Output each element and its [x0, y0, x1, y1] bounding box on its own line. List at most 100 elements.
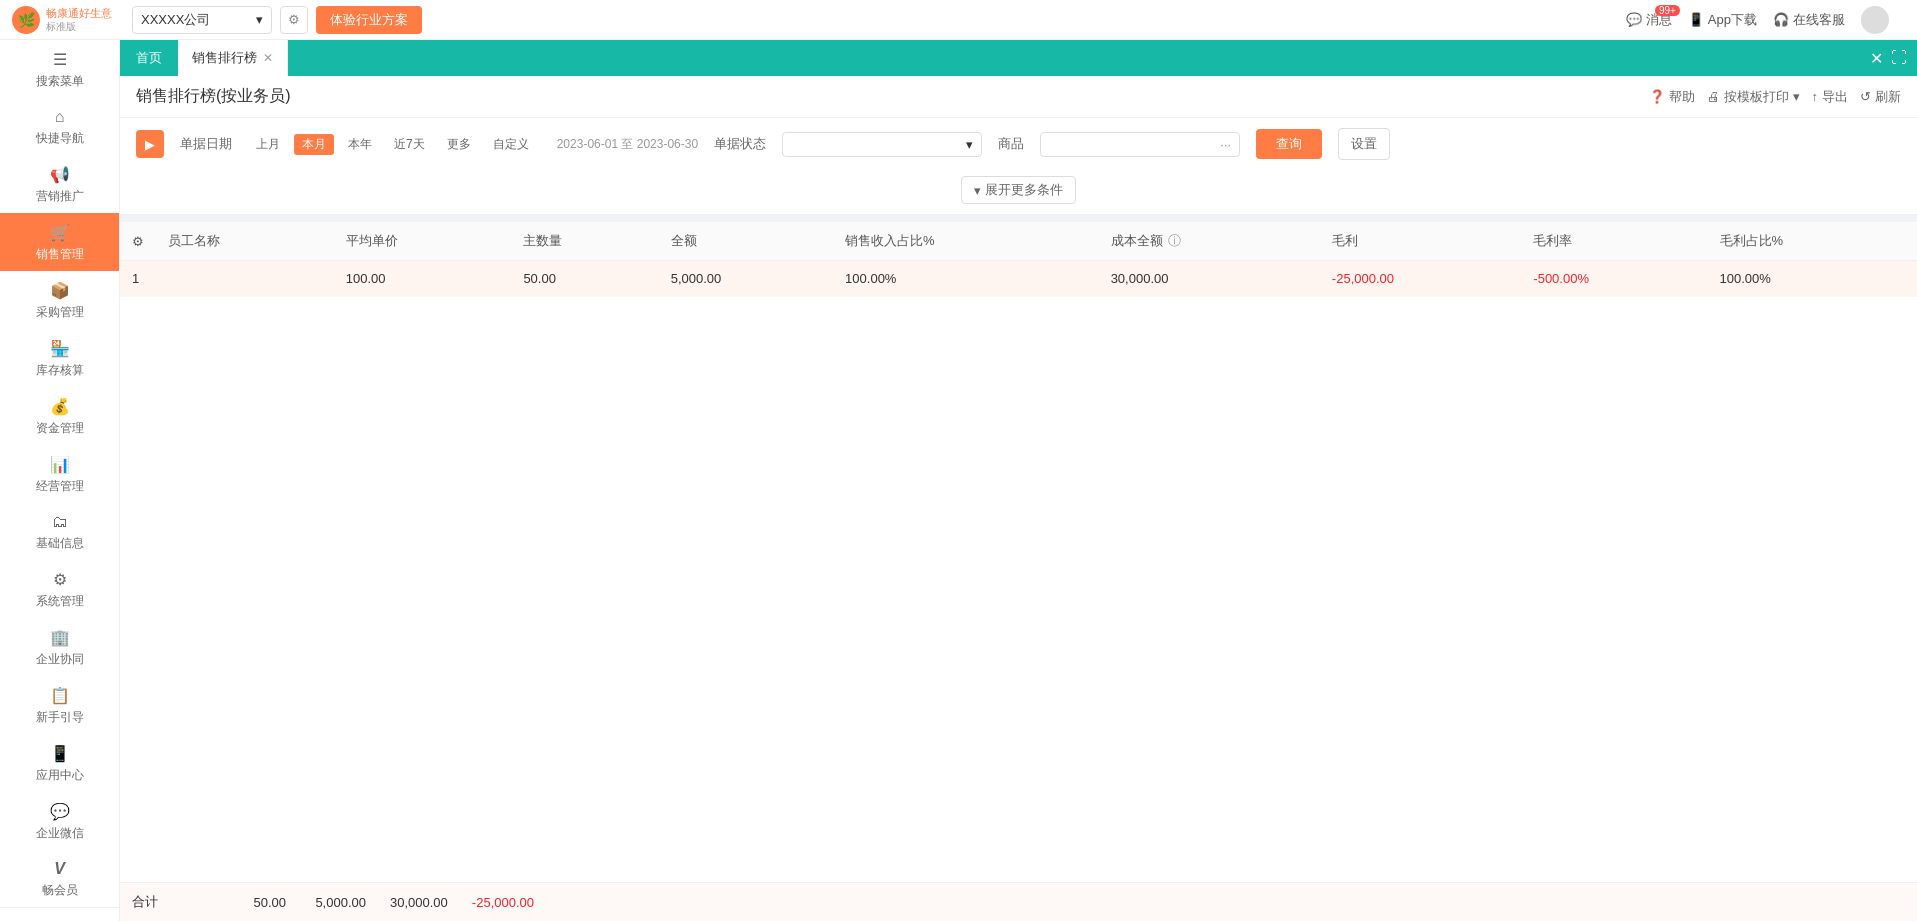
sidebar-label: 快捷导航	[36, 130, 84, 147]
sidebar-item-finance[interactable]: 💰 资金管理	[0, 387, 119, 445]
filter-collapse-button[interactable]: ▶	[136, 130, 164, 158]
footer-amount: 5,000.00	[298, 895, 378, 910]
message-icon: 💬	[1626, 12, 1642, 27]
expand-filters-button[interactable]: ▾ 展开更多条件	[961, 176, 1076, 204]
refresh-button[interactable]: ↺ 刷新	[1860, 88, 1901, 106]
tab-close-icon[interactable]: ✕	[263, 51, 273, 65]
sales-icon: 🛒	[50, 223, 70, 242]
app-center-icon: 📱	[50, 744, 70, 763]
sidebar-label: 新手引导	[36, 709, 84, 726]
help-button[interactable]: ❓ 帮助	[1649, 88, 1695, 106]
cost-info-icon: ⓘ	[1168, 233, 1181, 248]
logo-text: 畅康通好生意 标准版	[46, 6, 112, 33]
cell-avg-price: 100.00	[334, 261, 512, 297]
logo-area: 🌿 畅康通好生意 标准版	[12, 6, 132, 34]
sidebar-item-wechat[interactable]: 💬 企业微信	[0, 792, 119, 850]
date-tab-custom[interactable]: 自定义	[485, 134, 537, 155]
date-tab-this-year[interactable]: 本年	[340, 134, 380, 155]
export-button[interactable]: ↑ 导出	[1812, 88, 1849, 106]
settings-button[interactable]: ⚙	[280, 6, 308, 34]
footer-cost: 30,000.00	[378, 895, 460, 910]
date-tab-7days[interactable]: 近7天	[386, 134, 433, 155]
filter-settings-button[interactable]: 设置	[1338, 128, 1390, 160]
message-button[interactable]: 💬 消息 99+	[1626, 11, 1672, 29]
export-icon: ↑	[1812, 89, 1819, 104]
top-right: 💬 消息 99+ 📱 App下载 🎧 在线客服	[1626, 6, 1905, 34]
purchase-icon: 📦	[50, 281, 70, 300]
sidebar-item-search-orders[interactable]: ☰ 搜索菜单	[0, 40, 119, 98]
col-amount: 全额	[659, 222, 833, 261]
sidebar-item-member[interactable]: V 畅会员	[0, 850, 119, 907]
table-footer: 合计 50.00 5,000.00 30,000.00 -25,000.00	[120, 882, 1917, 921]
company-selector[interactable]: XXXXX公司 ▾	[132, 6, 272, 34]
sidebar-label: 经营管理	[36, 478, 84, 495]
page-actions: ❓ 帮助 🖨 按模板打印 ▾ ↑ 导出 ↺ 刷新	[1649, 88, 1902, 106]
sidebar-item-quick-nav[interactable]: ⌂ 快捷导航	[0, 98, 119, 155]
sidebar-item-guide[interactable]: 📋 新手引导	[0, 676, 119, 734]
sidebar-item-operations[interactable]: 📊 经营管理	[0, 445, 119, 503]
logo-icon: 🌿	[12, 6, 40, 34]
app-download-button[interactable]: 📱 App下载	[1688, 11, 1757, 29]
table-header-row: ⚙ 员工名称 平均单价 主数量 全额 销售收入占比% 成本全额 ⓘ 毛利 毛利率	[120, 222, 1917, 261]
sidebar-item-app-center[interactable]: 📱 应用中心	[0, 734, 119, 792]
status-label: 单据状态	[714, 135, 766, 153]
status-select[interactable]: ▾	[782, 132, 982, 157]
tab-sales-rank[interactable]: 销售排行榜 ✕	[178, 40, 288, 76]
tab-bar: 首页 销售排行榜 ✕ ✕ ⛶	[120, 40, 1917, 76]
system-icon: ⚙	[53, 570, 67, 589]
product-label: 商品	[998, 135, 1024, 153]
sidebar-item-basic-info[interactable]: 🗂 基础信息	[0, 503, 119, 560]
trial-button[interactable]: 体验行业方案	[316, 6, 422, 34]
sidebar-label: 基础信息	[36, 535, 84, 552]
sidebar-item-sales[interactable]: 🛒 销售管理	[0, 213, 119, 271]
sidebar-label: 销售管理	[36, 246, 84, 263]
table-area: ⚙ 员工名称 平均单价 主数量 全额 销售收入占比% 成本全额 ⓘ 毛利 毛利率	[120, 222, 1917, 921]
col-employee: 员工名称	[156, 222, 334, 261]
finance-icon: 💰	[50, 397, 70, 416]
chevron-down-icon: ▾	[256, 12, 263, 27]
query-button[interactable]: 查询	[1256, 129, 1322, 159]
member-icon: V	[54, 860, 65, 878]
page-title: 销售排行榜(按业务员)	[136, 86, 291, 107]
sidebar-label: 畅会员	[42, 882, 78, 899]
sidebar-item-marketing[interactable]: 📢 营销推广	[0, 155, 119, 213]
col-settings[interactable]: ⚙	[120, 222, 156, 261]
sidebar-item-system[interactable]: ⚙ 系统管理	[0, 560, 119, 618]
date-tab-last-month[interactable]: 上月	[248, 134, 288, 155]
tab-bar-right: ✕ ⛶	[1860, 49, 1917, 68]
sidebar-item-enterprise[interactable]: 🏢 企业协同	[0, 618, 119, 676]
sidebar-item-inventory[interactable]: 🏪 库存核算	[0, 329, 119, 387]
avatar[interactable]	[1861, 6, 1889, 34]
print-button[interactable]: 🖨 按模板打印 ▾	[1707, 88, 1800, 106]
footer-gross: -25,000.00	[460, 895, 546, 910]
headset-icon: 🎧	[1773, 12, 1789, 27]
product-input[interactable]: ···	[1040, 132, 1240, 157]
sidebar-label: 搜索菜单	[36, 73, 84, 90]
sidebar-item-purchase[interactable]: 📦 采购管理	[0, 271, 119, 329]
inventory-icon: 🏪	[50, 339, 70, 358]
tab-close-all-icon[interactable]: ✕	[1870, 49, 1883, 68]
main-layout: ☰ 搜索菜单 ⌂ 快捷导航 📢 营销推广 🛒 销售管理 📦 采购管理 🏪 库存核…	[0, 40, 1917, 921]
page-header: 销售排行榜(按业务员) ❓ 帮助 🖨 按模板打印 ▾ ↑ 导出	[120, 76, 1917, 117]
wechat-icon: 💬	[50, 802, 70, 821]
cell-employee	[156, 261, 334, 297]
basic-info-icon: 🗂	[52, 513, 68, 531]
online-service-button[interactable]: 🎧 在线客服	[1773, 11, 1845, 29]
page-content: 销售排行榜(按业务员) ❓ 帮助 🖨 按模板打印 ▾ ↑ 导出	[120, 76, 1917, 921]
date-tab-this-month-active[interactable]: 本月	[294, 134, 334, 155]
date-tab-more[interactable]: 更多	[439, 134, 479, 155]
top-bar: 🌿 畅康通好生意 标准版 XXXXX公司 ▾ ⚙ 体验行业方案 💬 消息 99+…	[0, 0, 1917, 40]
refresh-icon: ↺	[1860, 89, 1871, 104]
cell-gross-rate: -500.00%	[1521, 261, 1707, 297]
tab-restore-icon[interactable]: ⛶	[1891, 49, 1907, 67]
cell-rank: 1	[120, 261, 156, 297]
filter-area: ▶ 单据日期 上月 本月 本月 本年 近7天 更多 自定义 2023-06-01…	[120, 117, 1917, 214]
marketing-icon: 📢	[50, 165, 70, 184]
tab-home[interactable]: 首页	[120, 40, 178, 76]
col-cost: 成本全额 ⓘ	[1099, 222, 1320, 261]
help-icon: ❓	[1649, 89, 1665, 104]
sidebar-label: 资金管理	[36, 420, 84, 437]
footer-total-label: 合计	[132, 893, 158, 911]
tab-label: 销售排行榜	[192, 49, 257, 67]
sidebar: ☰ 搜索菜单 ⌂ 快捷导航 📢 营销推广 🛒 销售管理 📦 采购管理 🏪 库存核…	[0, 40, 120, 921]
